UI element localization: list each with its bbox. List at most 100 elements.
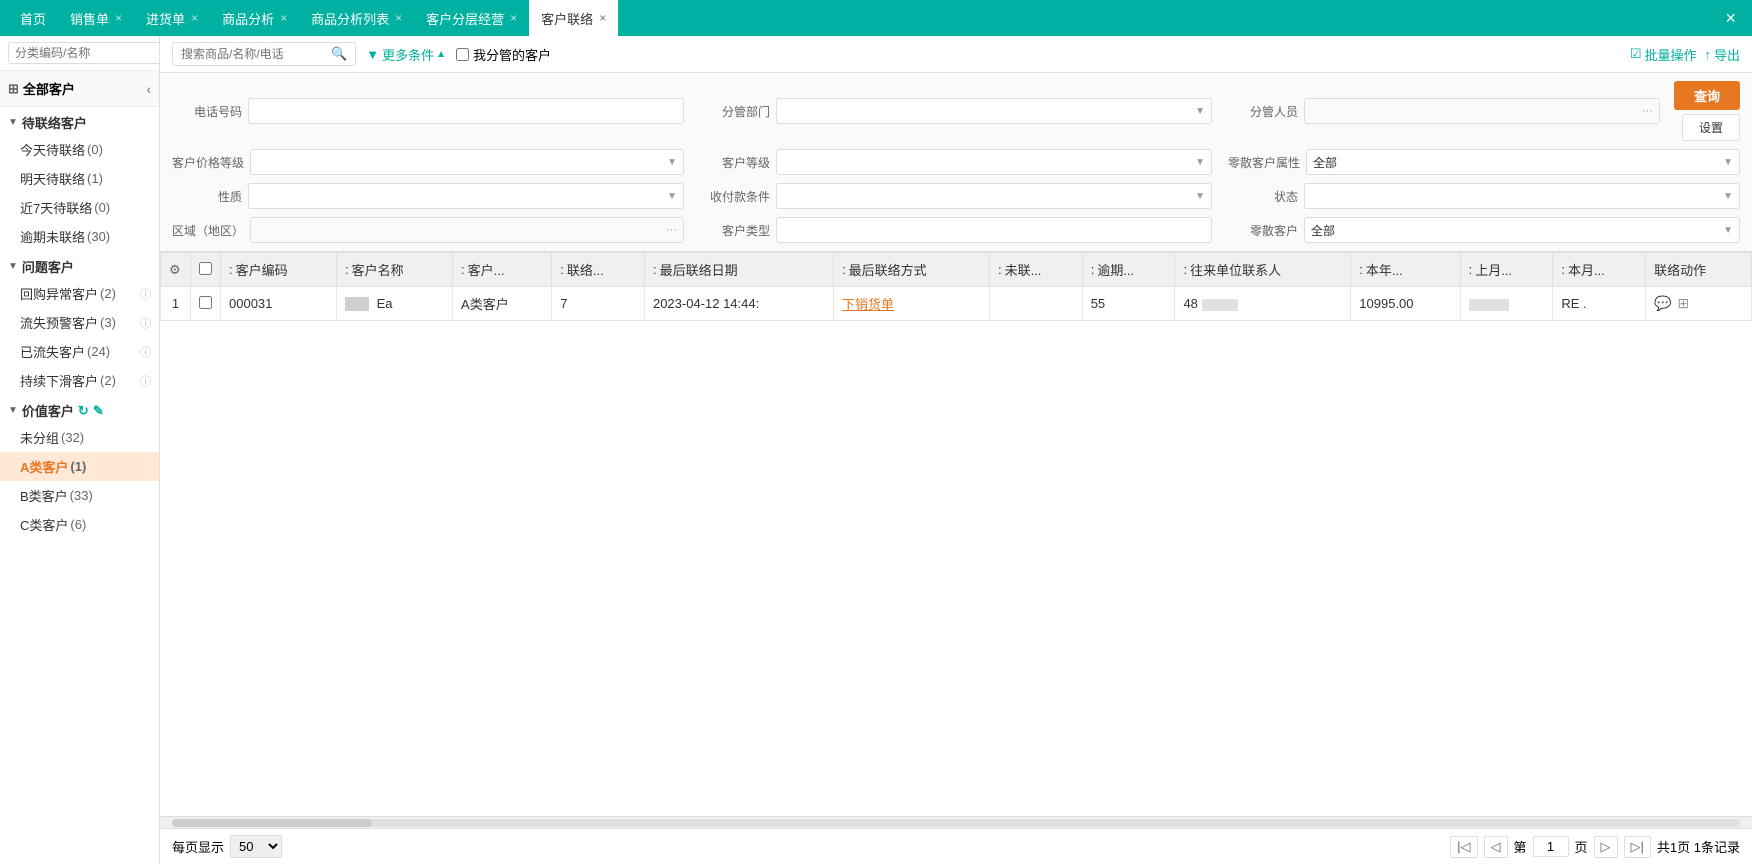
row-this-month: RE . [1553,287,1646,321]
th-way-sort-icon: : [842,262,846,277]
th-name-sort-icon: : [345,262,349,277]
page-label: 第 [1514,837,1527,856]
last-page-button[interactable]: ▷| [1624,836,1651,858]
th-code-sort-icon: : [229,262,233,277]
sidebar-item-repurchase-abnormal[interactable]: 回购异常客户 (2) ⓘ [0,279,159,308]
message-action-icon[interactable]: 💬 [1654,295,1671,312]
nav-tab-goods-analysis[interactable]: 商品分析 × [210,0,299,36]
scroll-thumb[interactable] [172,819,372,827]
app-close-button[interactable]: × [1717,8,1744,29]
payment-label: 收付款条件 [700,188,770,205]
my-customer-checkbox[interactable] [456,48,469,61]
sidebar-item-overdue-pending[interactable]: 逾期未联络 (30) [0,222,159,251]
nav-tab-customer-contact-close[interactable]: × [599,11,606,25]
batch-op-button[interactable]: ☑ 批量操作 [1630,45,1697,64]
my-customer-checkbox-label[interactable]: 我分管的客户 [456,45,551,64]
per-page-select[interactable]: 50 20 100 [230,835,282,858]
value-group-refresh-icon[interactable]: ↻ [78,403,89,419]
sidebar-group-pending[interactable]: ▼ 待联络客户 [0,107,159,135]
sidebar-item-declining[interactable]: 持续下滑客户 (2) ⓘ [0,366,159,395]
pagination-bar: 每页显示 50 20 100 |◁ ◁ 第 页 ▷ ▷| 共1页 1条记录 [160,828,1752,864]
sidebar-item-class-a[interactable]: A类客户 (1) [0,452,159,481]
sidebar-item-unclassified[interactable]: 未分组 (32) [0,423,159,452]
scroll-track [172,819,1740,827]
sidebar-item-class-b[interactable]: B类客户 (33) [0,481,159,510]
retail-select[interactable]: 全部 ▼ [1304,217,1740,243]
phone-label: 电话号码 [172,103,242,120]
customer-type-label: 客户类型 [700,222,770,239]
region-input[interactable]: ··· [250,217,684,243]
row-name: Ea [337,287,453,321]
horizontal-scroll-bar[interactable] [160,816,1752,828]
row-not-contacted [989,287,1082,321]
row-last-contact-date: 2023-04-12 14:44: [644,287,833,321]
more-filter-button[interactable]: ▼ 更多条件 ▲ [366,45,446,64]
pending-arrow-icon: ▼ [8,117,18,128]
nav-tab-sales-close[interactable]: × [115,11,122,25]
th-settings[interactable]: ⚙ [161,253,191,287]
nav-tab-customer-tier-label: 客户分层经营 [426,9,504,28]
sidebar-item-tomorrow-pending[interactable]: 明天待联络 (1) [0,164,159,193]
export-button[interactable]: ↑ 导出 [1704,45,1740,64]
sidebar-search-input[interactable] [8,42,160,64]
export-icon: ↑ [1704,47,1711,62]
sidebar-item-today-pending[interactable]: 今天待联络 (0) [0,135,159,164]
value-group-edit-icon[interactable]: ✎ [93,403,104,419]
retail-attr-select[interactable]: 全部 ▼ [1306,149,1740,175]
nav-tab-goods-analysis-close[interactable]: × [280,11,287,25]
manager-input[interactable]: ··· [1304,98,1660,124]
first-page-button[interactable]: |◁ [1450,836,1477,858]
price-level-select[interactable]: ▼ [250,149,684,175]
filter-row-phone: 电话号码 [172,81,684,141]
top-right-actions: ☑ 批量操作 ↑ 导出 [1630,45,1740,64]
row-checkbox[interactable] [199,296,212,309]
nature-select[interactable]: ▼ [248,183,684,209]
filter-row-price-level: 客户价格等级 ▼ [172,149,684,175]
row-actions: 💬 ⊞ [1646,287,1752,321]
setting-button[interactable]: 设置 [1682,114,1740,141]
nav-tab-purchase[interactable]: 进货单 × [134,0,210,36]
select-all-checkbox[interactable] [199,262,212,275]
nav-tab-customer-tier[interactable]: 客户分层经营 × [414,0,529,36]
sidebar-item-churn-warning[interactable]: 流失预警客户 (3) ⓘ [0,308,159,337]
customer-level-select[interactable]: ▼ [776,149,1212,175]
link-action-icon[interactable]: ⊞ [1678,295,1690,312]
nav-tab-customer-contact[interactable]: 客户联络 × [529,0,618,36]
sidebar-item-7days-pending[interactable]: 近7天待联络 (0) [0,193,159,222]
filter-search-input[interactable] [181,47,331,61]
table-area: ⚙ : 客户编码 : 客户名称 : 客户... [160,252,1752,816]
customer-type-input[interactable] [776,217,1212,243]
th-customer-code: : 客户编码 [221,253,337,287]
row-last-contact-way[interactable]: 下销货单 [834,287,990,321]
sidebar-item-churned[interactable]: 已流失客户 (24) ⓘ [0,337,159,366]
nav-tab-customer-tier-close[interactable]: × [510,11,517,25]
nav-tab-purchase-close[interactable]: × [191,11,198,25]
sidebar-collapse-btn[interactable]: ‹ [146,81,151,97]
th-date-sort-icon: : [653,262,657,277]
th-contact-count: : 联络... [552,253,645,287]
page-number-input[interactable] [1533,836,1569,857]
dept-select[interactable]: ▼ [776,98,1212,124]
row-checkbox-cell[interactable] [191,287,221,321]
status-select[interactable]: ▼ [1304,183,1740,209]
th-checkbox[interactable] [191,253,221,287]
nav-tab-goods-analysis-list[interactable]: 商品分析列表 × [299,0,414,36]
nav-tab-goods-analysis-list-label: 商品分析列表 [311,9,389,28]
filter-search-icon[interactable]: 🔍 [331,46,347,62]
prev-page-button[interactable]: ◁ [1484,836,1508,858]
sidebar-group-problem[interactable]: ▼ 问题客户 [0,251,159,279]
phone-input[interactable] [248,98,684,124]
row-code: 000031 [221,287,337,321]
nav-tab-sales[interactable]: 销售单 × [58,0,134,36]
per-page-label: 每页显示 [172,837,224,856]
nav-tab-home[interactable]: 首页 [8,0,58,36]
th-customer-type: : 客户... [453,253,552,287]
payment-select[interactable]: ▼ [776,183,1212,209]
sidebar-group-value[interactable]: ▼ 价值客户 ↻ ✎ [0,395,159,423]
nav-tab-goods-analysis-list-close[interactable]: × [395,11,402,25]
sidebar-item-class-c[interactable]: C类客户 (6) [0,510,159,539]
query-button[interactable]: 查询 [1674,81,1740,110]
next-page-button[interactable]: ▷ [1594,836,1618,858]
th-action: 联络动作 [1646,253,1752,287]
settings-gear-icon[interactable]: ⚙ [169,262,181,278]
